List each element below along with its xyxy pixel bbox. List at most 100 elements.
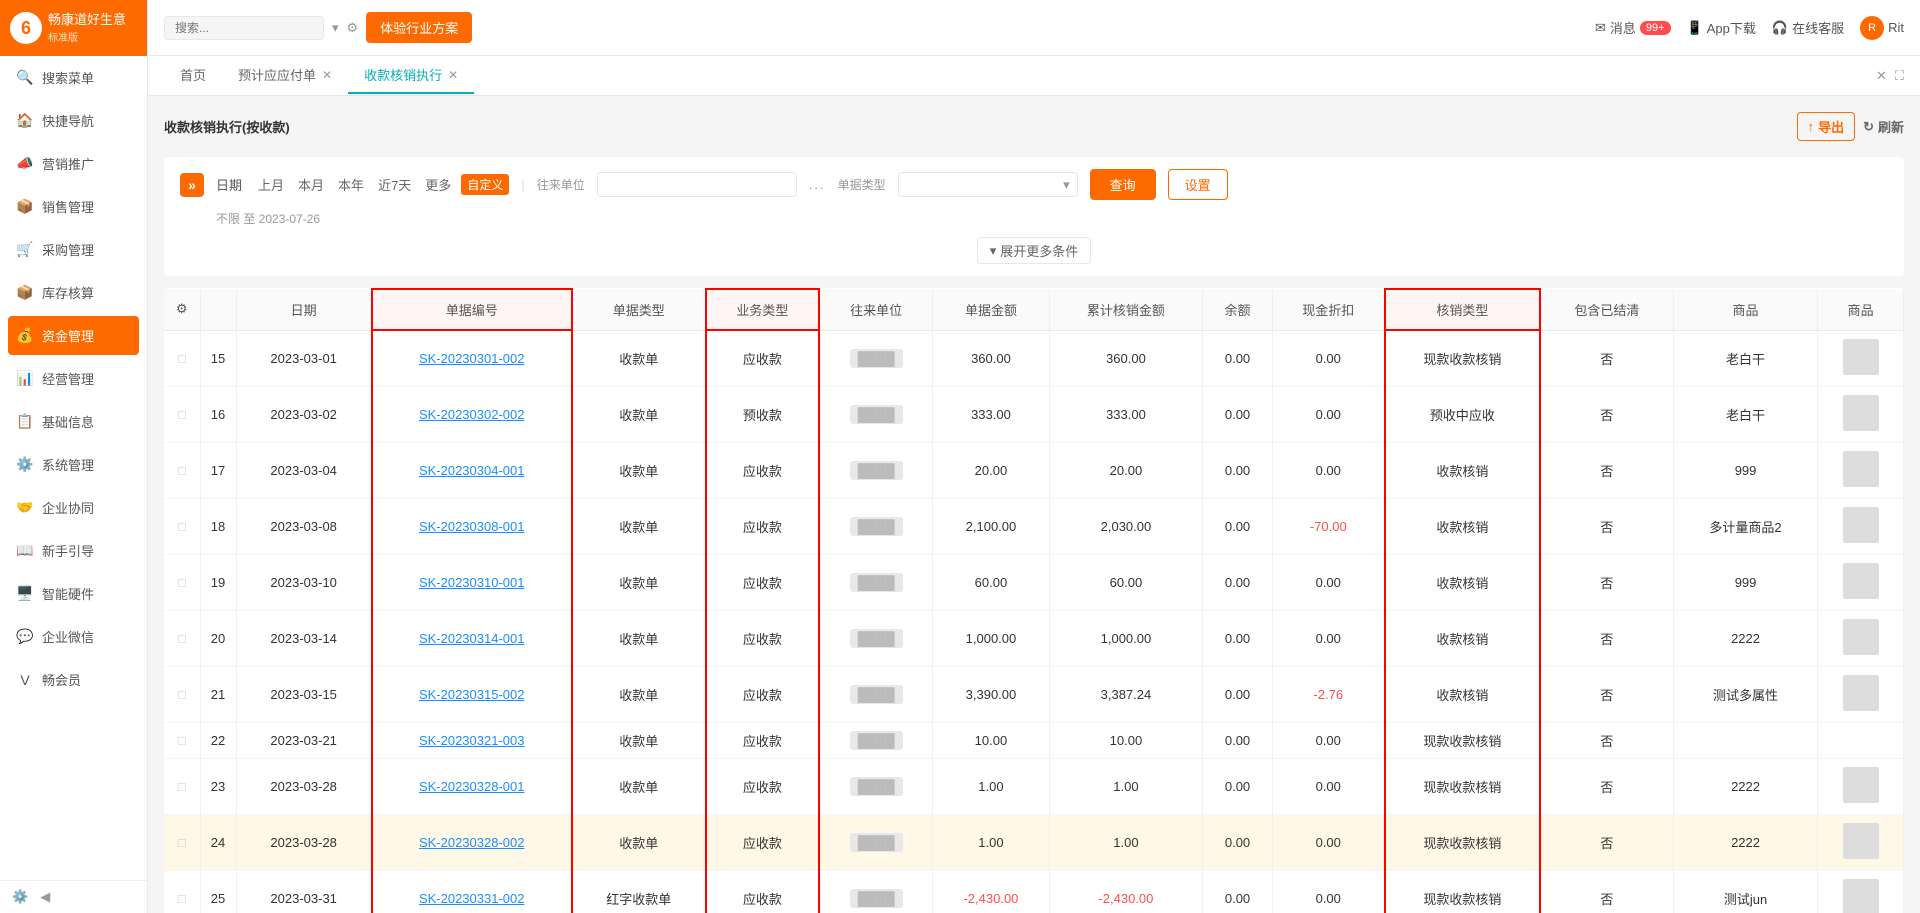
sidebar-item-basic[interactable]: 📋 基础信息 — [0, 400, 147, 443]
cell-accum-write-off: 333.00 — [1049, 386, 1203, 442]
date-opt-7days[interactable]: 近7天 — [374, 173, 415, 196]
settings-gear-icon[interactable]: ⚙ — [347, 20, 359, 36]
cell-balance: 0.00 — [1203, 722, 1273, 758]
col-partner: 往来单位 — [819, 289, 933, 330]
sidebar-item-finance[interactable]: 💰 资金管理 — [8, 316, 139, 355]
voucher-link[interactable]: SK-20230331-002 — [419, 891, 525, 906]
tab-receivable-label: 预计应应付单 — [238, 65, 316, 84]
sidebar-item-enterprise[interactable]: 🤝 企业协同 — [0, 486, 147, 529]
sidebar-item-sales[interactable]: 📦 销售管理 — [0, 185, 147, 228]
cell-cash-discount: 0.00 — [1272, 386, 1384, 442]
goods-image — [1843, 619, 1879, 655]
collapse-icon[interactable]: ◀ — [40, 889, 50, 905]
filter-toggle-button[interactable]: » — [180, 173, 204, 197]
expand-more-button[interactable]: ▾ 展开更多条件 — [977, 237, 1092, 264]
cell-settings: □ — [164, 666, 200, 722]
settings-icon[interactable]: ⚙️ — [12, 889, 28, 905]
sidebar-item-wechat[interactable]: 💬 企业微信 — [0, 615, 147, 658]
voucher-link[interactable]: SK-20230304-001 — [419, 463, 525, 478]
user-action[interactable]: R Rit — [1860, 16, 1904, 40]
tab-receivable[interactable]: 预计应应付单 ✕ — [222, 57, 348, 94]
sidebar-item-system[interactable]: ⚙️ 系统管理 — [0, 443, 147, 486]
cell-voucher-no: SK-20230328-002 — [372, 814, 572, 870]
voucher-link[interactable]: SK-20230315-002 — [419, 687, 525, 702]
tab-collection[interactable]: 收款核销执行 ✕ — [348, 57, 474, 94]
sidebar-item-inventory[interactable]: 📦 库存核算 — [0, 271, 147, 314]
voucher-link[interactable]: SK-20230321-003 — [419, 733, 525, 748]
app-download-action[interactable]: 📱 App下载 — [1687, 18, 1756, 37]
sidebar-item-marketing[interactable]: 📣 营销推广 — [0, 142, 147, 185]
main-area: ▾ ⚙ 体验行业方案 ✉ 消息 99+ 📱 App下载 🎧 在线客服 R Rit — [148, 0, 1920, 913]
voucher-type-label: 单据类型 — [838, 176, 886, 193]
cell-date: 2023-03-04 — [236, 442, 372, 498]
sidebar-icon-enterprise: 🤝 — [16, 499, 34, 517]
voucher-type-select[interactable] — [898, 172, 1078, 197]
sidebar-item-purchase[interactable]: 🛒 采购管理 — [0, 228, 147, 271]
cell-goods: 999 — [1673, 442, 1817, 498]
messages-label: 消息 — [1610, 18, 1636, 37]
tab-receivable-close[interactable]: ✕ — [322, 68, 332, 82]
settings-button[interactable]: 设置 — [1168, 169, 1228, 200]
voucher-link[interactable]: SK-20230328-002 — [419, 835, 525, 850]
cell-voucher-type: 收款单 — [572, 814, 706, 870]
col-include-settled: 包含已结清 — [1540, 289, 1673, 330]
partner-value: ████ — [850, 731, 903, 750]
partner-input[interactable] — [597, 172, 797, 197]
sidebar-label-search: 搜索菜单 — [42, 68, 94, 87]
refresh-button[interactable]: ↻ 刷新 — [1863, 117, 1904, 136]
tabs-bar: 首页 预计应应付单 ✕ 收款核销执行 ✕ ✕ ⛶ — [148, 56, 1920, 96]
cell-partner: ████ — [819, 386, 933, 442]
tab-collection-label: 收款核销执行 — [364, 65, 442, 84]
tab-collection-close[interactable]: ✕ — [448, 68, 458, 82]
date-custom-button[interactable]: 自定义 — [461, 174, 509, 195]
refresh-icon: ↻ — [1863, 119, 1874, 135]
sidebar-item-hardware[interactable]: 🖥️ 智能硬件 — [0, 572, 147, 615]
date-opt-more[interactable]: 更多 — [421, 173, 455, 196]
cell-biz-type: 应收款 — [706, 442, 819, 498]
voucher-link[interactable]: SK-20230328-001 — [419, 779, 525, 794]
cell-write-off-type: 现款收款核销 — [1385, 330, 1540, 386]
cell-cash-discount: 0.00 — [1272, 330, 1384, 386]
export-button[interactable]: ↑ 导出 — [1797, 112, 1856, 141]
tab-home[interactable]: 首页 — [164, 57, 222, 94]
goods-image — [1843, 395, 1879, 431]
table-row: □ 21 2023-03-15 SK-20230315-002 收款单 应收款 … — [164, 666, 1904, 722]
col-settings[interactable]: ⚙ — [164, 289, 200, 330]
voucher-link[interactable]: SK-20230308-001 — [419, 519, 525, 534]
sidebar-label-operation: 经营管理 — [42, 369, 94, 388]
date-opt-this-month[interactable]: 本月 — [294, 173, 328, 196]
table-scroll[interactable]: ⚙ 日期 单据编号 单据类型 业务类型 往来单位 单据金额 累计核销金额 余额 … — [164, 288, 1904, 913]
settings-icon[interactable]: ⚙ — [176, 301, 188, 316]
cell-settings: □ — [164, 758, 200, 814]
sidebar-item-member[interactable]: V 畅会员 — [0, 658, 147, 701]
tab-expand-icon[interactable]: ⛶ — [1895, 68, 1904, 84]
cell-goods-img — [1818, 330, 1904, 386]
voucher-link[interactable]: SK-20230314-001 — [419, 631, 525, 646]
voucher-link[interactable]: SK-20230301-002 — [419, 351, 525, 366]
tab-close-all-icon[interactable]: ✕ — [1876, 68, 1887, 84]
date-opt-this-year[interactable]: 本年 — [334, 173, 368, 196]
table-row: □ 20 2023-03-14 SK-20230314-001 收款单 应收款 … — [164, 610, 1904, 666]
voucher-link[interactable]: SK-20230310-001 — [419, 575, 525, 590]
sidebar-icon-marketing: 📣 — [16, 155, 34, 173]
cell-settings: □ — [164, 610, 200, 666]
sidebar-item-search[interactable]: 🔍 搜索菜单 — [0, 56, 147, 99]
export-icon: ↑ — [1808, 119, 1815, 134]
cell-cash-discount: 0.00 — [1272, 442, 1384, 498]
messages-action[interactable]: ✉ 消息 99+ — [1595, 18, 1671, 37]
sidebar-item-guide[interactable]: 📖 新手引导 — [0, 529, 147, 572]
date-opt-last-month[interactable]: 上月 — [254, 173, 288, 196]
cell-biz-type: 应收款 — [706, 330, 819, 386]
cell-goods: 老白干 — [1673, 330, 1817, 386]
industry-button[interactable]: 体验行业方案 — [366, 12, 472, 43]
search-input[interactable] — [164, 16, 324, 40]
cell-voucher-no: SK-20230310-001 — [372, 554, 572, 610]
voucher-link[interactable]: SK-20230302-002 — [419, 407, 525, 422]
query-button[interactable]: 查询 — [1090, 169, 1156, 200]
online-service-action[interactable]: 🎧 在线客服 — [1772, 18, 1844, 37]
dropdown-icon[interactable]: ▾ — [332, 20, 339, 36]
cell-amount: 1,000.00 — [933, 610, 1049, 666]
sidebar-item-shortcut[interactable]: 🏠 快捷导航 — [0, 99, 147, 142]
cell-voucher-no: SK-20230315-002 — [372, 666, 572, 722]
sidebar-item-operation[interactable]: 📊 经营管理 — [0, 357, 147, 400]
